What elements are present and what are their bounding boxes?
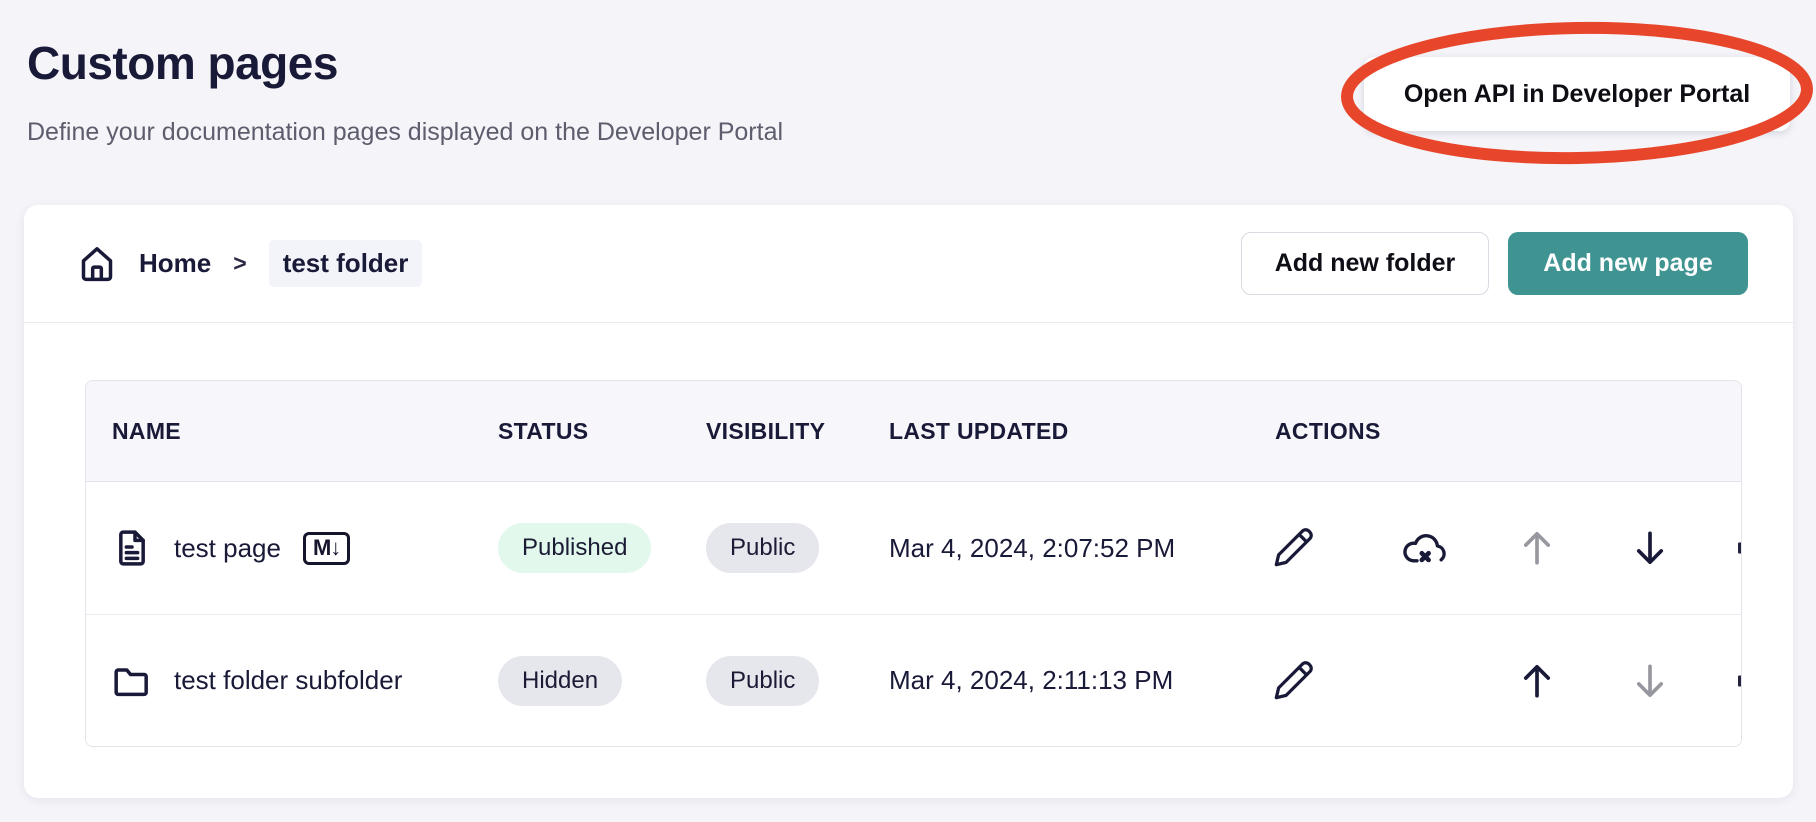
card-toolbar: Add new folder Add new page [1241,232,1748,295]
page-title: Custom pages [27,36,338,90]
table-row: test page M↓ Published Public Mar 4, 202… [86,482,1741,614]
add-new-folder-button[interactable]: Add new folder [1241,232,1489,295]
table-body: test page M↓ Published Public Mar 4, 202… [86,482,1741,746]
name-cell: test page M↓ [86,527,498,569]
row-name: test page [174,533,281,564]
breadcrumb-home-label: Home [139,248,211,279]
unpublish-icon[interactable] [1398,524,1452,572]
status-badge: Published [498,523,651,573]
name-cell: test folder subfolder [86,660,498,702]
breadcrumb-current-folder: test folder [269,240,423,287]
column-header-last-updated: LAST UPDATED [889,418,1275,445]
column-header-name: NAME [86,418,498,445]
move-down-icon[interactable] [1629,527,1671,569]
pages-table: NAME STATUS VISIBILITY LAST UPDATED ACTI… [85,380,1742,747]
breadcrumb-home-link[interactable]: Home [77,244,211,284]
breadcrumb: Home > test folder [77,240,422,287]
column-header-actions: ACTIONS [1275,418,1741,445]
card-header: Home > test folder Add new folder Add ne… [24,205,1793,323]
visibility-badge: Public [706,656,819,706]
page-subtitle: Define your documentation pages displaye… [27,118,783,147]
column-header-visibility: VISIBILITY [706,418,889,445]
move-up-icon[interactable] [1516,660,1558,702]
actions-cell [1275,615,1741,746]
table-row: test folder subfolder Hidden Public Mar … [86,614,1741,746]
clipped-action-icon-fragment [1738,675,1742,686]
custom-pages-card: Home > test folder Add new folder Add ne… [24,205,1793,798]
status-badge: Hidden [498,656,622,706]
last-updated-value: Mar 4, 2024, 2:07:52 PM [889,533,1275,564]
actions-cell [1275,482,1741,614]
clipped-action-icon-fragment [1738,543,1742,554]
edit-icon[interactable] [1270,658,1316,704]
breadcrumb-separator: > [233,250,246,277]
home-icon [77,244,117,284]
visibility-badge: Public [706,523,819,573]
document-icon [112,527,152,569]
column-header-status: STATUS [498,418,706,445]
move-up-icon [1516,527,1558,569]
move-down-icon [1629,660,1671,702]
add-new-page-button[interactable]: Add new page [1508,232,1748,295]
markdown-icon: M↓ [303,532,350,565]
folder-icon [112,660,152,702]
table-header-row: NAME STATUS VISIBILITY LAST UPDATED ACTI… [86,381,1741,482]
open-api-in-developer-portal-button[interactable]: Open API in Developer Portal [1364,57,1790,131]
row-name: test folder subfolder [174,665,402,696]
last-updated-value: Mar 4, 2024, 2:11:13 PM [889,665,1275,696]
edit-icon[interactable] [1270,525,1316,571]
